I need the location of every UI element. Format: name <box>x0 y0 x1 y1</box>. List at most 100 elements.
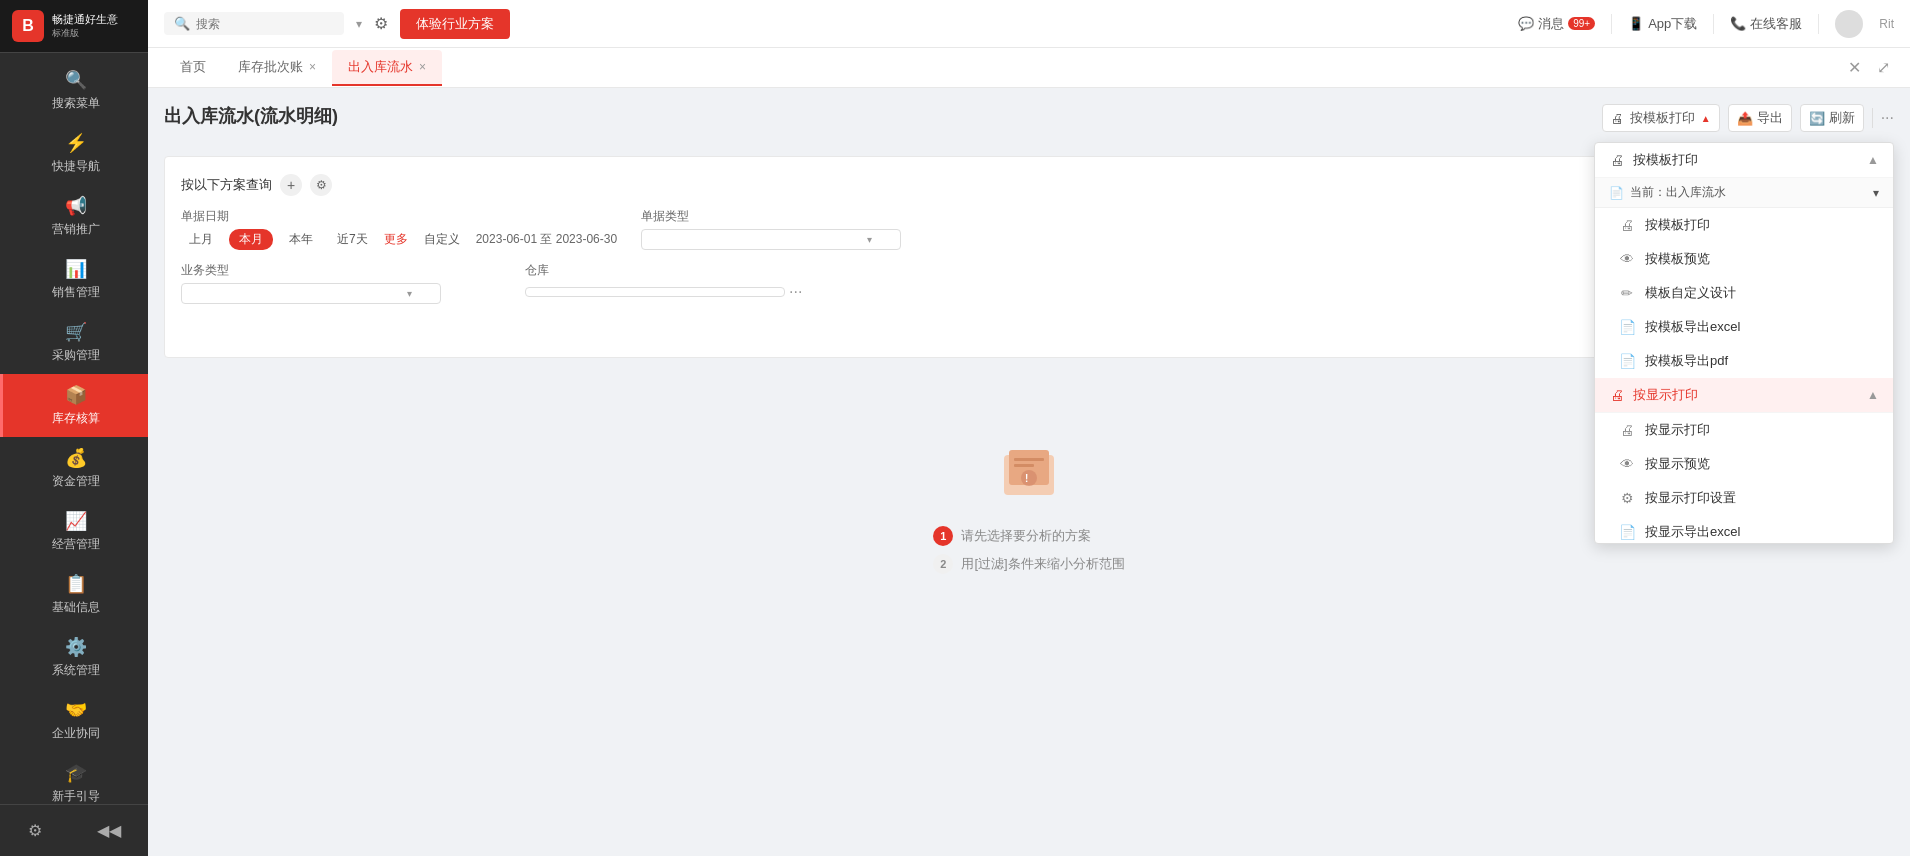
dropdown-display-settings-item[interactable]: ⚙ 按显示打印设置 <box>1595 481 1893 515</box>
template-preview-label: 按模板预览 <box>1645 250 1710 268</box>
collapse-sidebar-icon[interactable]: ◀◀ <box>91 815 127 846</box>
topbar-divider3 <box>1818 14 1819 34</box>
refresh-btn[interactable]: 🔄 刷新 <box>1800 104 1864 132</box>
sidebar-item-sales[interactable]: 📊 销售管理 <box>0 248 148 311</box>
dropdown-template-print-item[interactable]: 🖨 按模板打印 <box>1595 208 1893 242</box>
sidebar-item-marketing[interactable]: 📢 营销推广 <box>0 185 148 248</box>
sidebar-item-guide[interactable]: 🎓 新手引导 <box>0 752 148 804</box>
messages-label: 消息 <box>1538 15 1564 33</box>
sidebar-item-quick-nav[interactable]: ⚡ 快捷导航 <box>0 122 148 185</box>
dropdown-template-preview-item[interactable]: 👁 按模板预览 <box>1595 242 1893 276</box>
three-dots-btn[interactable]: ··· <box>1881 109 1894 127</box>
current-template-icon: 📄 <box>1609 186 1624 200</box>
display-settings-icon: ⚙ <box>1619 490 1635 506</box>
sidebar-item-label: 系统管理 <box>52 662 100 679</box>
empty-illustration: ! <box>989 430 1069 510</box>
dropdown-display-preview-item[interactable]: 👁 按显示预览 <box>1595 447 1893 481</box>
svg-point-4 <box>1021 470 1037 486</box>
empty-step-2: 2 用[过滤]条件来缩小分析范围 <box>933 554 1124 574</box>
sidebar-item-collab[interactable]: 🤝 企业协同 <box>0 689 148 752</box>
sales-icon: 📊 <box>65 258 87 280</box>
app-download-icon: 📱 <box>1628 16 1644 31</box>
dropdown-template-print-header[interactable]: 🖨 按模板打印 ▲ <box>1595 143 1893 178</box>
sidebar-item-label: 企业协同 <box>52 725 100 742</box>
topbar-settings-icon[interactable]: ⚙ <box>374 14 388 33</box>
search-icon: 🔍 <box>65 69 87 91</box>
tab-bar: 首页 库存批次账 × 出入库流水 × ✕ ⤢ <box>148 48 1910 88</box>
settings-bottom-icon[interactable]: ⚙ <box>22 815 48 846</box>
date-btn-this-year[interactable]: 本年 <box>281 229 321 250</box>
date-btn-custom[interactable]: 自定义 <box>416 229 468 250</box>
page-content: 出入库流水(流水明细) 🖨 按模板打印 ▲ 📤 导出 🔄 刷新 ··· <box>148 88 1910 856</box>
filter-add-btn[interactable]: + <box>280 174 302 196</box>
filter-doctype-select[interactable]: ▾ <box>641 229 901 250</box>
filter-warehouse-select[interactable] <box>525 287 785 297</box>
system-icon: ⚙️ <box>65 636 87 658</box>
warehouse-dots-btn[interactable]: ··· <box>789 283 802 301</box>
tab-close-all-icon[interactable]: ✕ <box>1844 54 1865 81</box>
search-input[interactable] <box>196 17 316 31</box>
sidebar-item-label: 营销推广 <box>52 221 100 238</box>
export-btn[interactable]: 📤 导出 <box>1728 104 1792 132</box>
print-template-btn[interactable]: 🖨 按模板打印 ▲ <box>1602 104 1720 132</box>
sidebar-item-finance[interactable]: 💰 资金管理 <box>0 437 148 500</box>
dropdown-inner: 🖨 按模板打印 ▲ 📄 当前：出入库流水 ▾ 🖨 按模板打印 <box>1595 143 1893 543</box>
template-print-icon: 🖨 <box>1619 217 1635 233</box>
filter-warehouse-control: ··· <box>525 283 845 301</box>
filter-business-control: ▾ <box>181 283 501 304</box>
user-name: Rit <box>1879 17 1894 31</box>
dropdown-display-print-header[interactable]: 🖨 按显示打印 ▲ <box>1595 378 1893 413</box>
tab-flow[interactable]: 出入库流水 × <box>332 50 442 86</box>
date-btn-this-month[interactable]: 本月 <box>229 229 273 250</box>
tab-flow-close[interactable]: × <box>419 60 426 74</box>
sidebar-item-system[interactable]: ⚙️ 系统管理 <box>0 626 148 689</box>
date-btn-prev-month[interactable]: 上月 <box>181 229 221 250</box>
sidebar-item-purchase[interactable]: 🛒 采购管理 <box>0 311 148 374</box>
tab-maximize-icon[interactable]: ⤢ <box>1873 54 1894 81</box>
svg-rect-2 <box>1014 458 1044 461</box>
collab-icon: 🤝 <box>65 699 87 721</box>
tab-batch-account-close[interactable]: × <box>309 60 316 74</box>
refresh-label: 刷新 <box>1829 109 1855 127</box>
sidebar-item-label: 快捷导航 <box>52 158 100 175</box>
date-btn-last7[interactable]: 近7天 <box>329 229 376 250</box>
filter-warehouse-item: 仓库 ··· <box>525 262 845 301</box>
filter-business-select[interactable]: ▾ <box>181 283 441 304</box>
template-preview-icon: 👁 <box>1619 251 1635 267</box>
search-box[interactable]: 🔍 <box>164 12 344 35</box>
topbar-divider <box>1611 14 1612 34</box>
tab-batch-account[interactable]: 库存批次账 × <box>222 50 332 86</box>
sidebar-item-operations[interactable]: 📈 经营管理 <box>0 500 148 563</box>
sidebar-item-basic[interactable]: 📋 基础信息 <box>0 563 148 626</box>
online-service-btn[interactable]: 📞 在线客服 <box>1730 15 1802 33</box>
sidebar-item-search[interactable]: 🔍 搜索菜单 <box>0 59 148 122</box>
purchase-icon: 🛒 <box>65 321 87 343</box>
basic-icon: 📋 <box>65 573 87 595</box>
logo-name: 畅捷通好生意 <box>52 12 118 26</box>
filter-settings-btn[interactable]: ⚙ <box>310 174 332 196</box>
display-preview-icon: 👁 <box>1619 456 1635 472</box>
date-btn-more[interactable]: 更多 <box>384 231 408 248</box>
tab-home[interactable]: 首页 <box>164 50 222 86</box>
filter-business-item: 业务类型 ▾ <box>181 262 501 304</box>
dropdown-display-excel-item[interactable]: 📄 按显示导出excel <box>1595 515 1893 543</box>
display-print-icon: 🖨 <box>1619 422 1635 438</box>
dropdown-template-print-label: 按模板打印 <box>1633 151 1698 169</box>
action-bar: 🖨 按模板打印 ▲ 📤 导出 🔄 刷新 ··· <box>1602 104 1894 132</box>
dropdown-display-print-item[interactable]: 🖨 按显示打印 <box>1595 413 1893 447</box>
search-chevron-icon[interactable]: ▾ <box>356 17 362 31</box>
sidebar-item-inventory[interactable]: 📦 库存核算 <box>0 374 148 437</box>
export-icon: 📤 <box>1737 111 1753 126</box>
app-download-btn[interactable]: 📱 App下载 <box>1628 15 1697 33</box>
tab-batch-account-label: 库存批次账 <box>238 58 303 76</box>
current-template-row[interactable]: 📄 当前：出入库流水 ▾ <box>1595 178 1893 208</box>
experience-btn[interactable]: 体验行业方案 <box>400 9 510 39</box>
messages-btn[interactable]: 💬 消息 99+ <box>1518 15 1595 33</box>
sidebar-item-label: 库存核算 <box>52 410 100 427</box>
dropdown-template-custom-item[interactable]: ✏ 模板自定义设计 <box>1595 276 1893 310</box>
user-avatar[interactable] <box>1835 10 1863 38</box>
display-excel-label: 按显示导出excel <box>1645 523 1740 541</box>
dropdown-template-export-pdf-item[interactable]: 📄 按模板导出pdf <box>1595 344 1893 378</box>
dropdown-template-export-excel-item[interactable]: 📄 按模板导出excel <box>1595 310 1893 344</box>
filter-date-item: 单据日期 上月 本月 本年 近7天 更多 自定义 2023-06-01 至 20… <box>181 208 617 250</box>
